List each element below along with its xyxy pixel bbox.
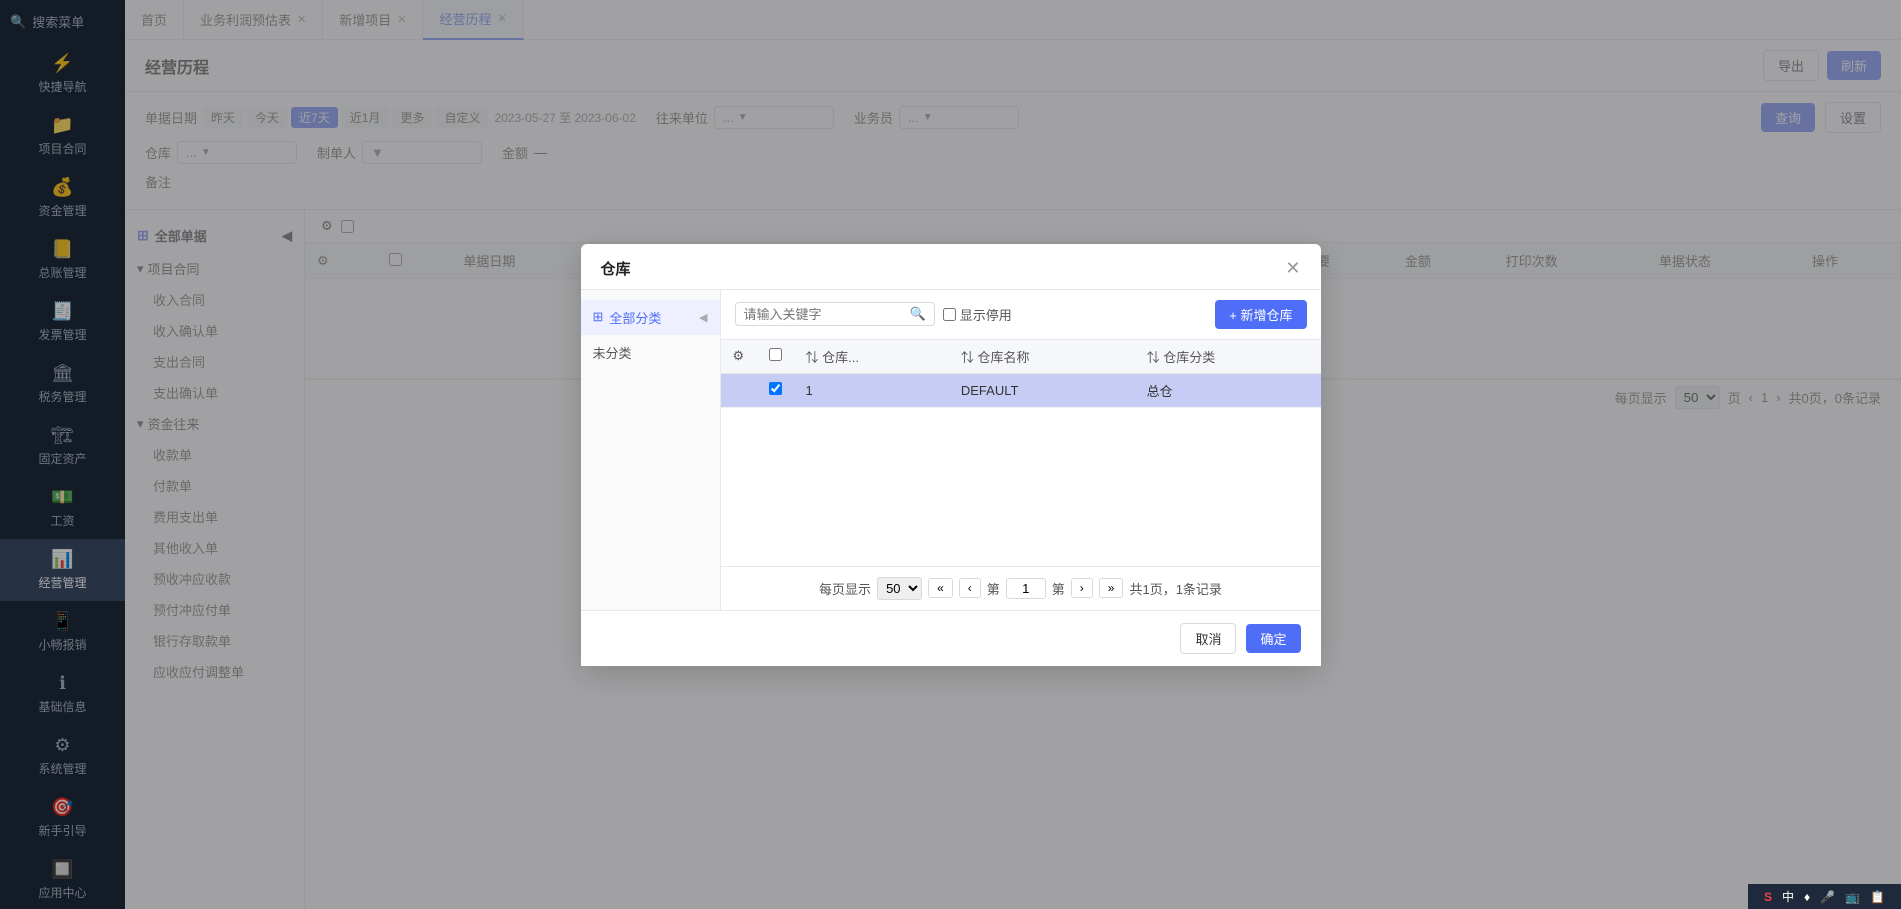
- modal-right: 🔍 显示停用 + 新增仓库 ⚙: [721, 290, 1321, 610]
- grid-icon-2: ⊞: [593, 309, 604, 325]
- status-indicator-2: ♦: [1804, 890, 1810, 904]
- modal-col-checkbox: [757, 340, 794, 374]
- modal-per-page-label: 每页显示: [819, 579, 871, 598]
- modal-body: ⊞ 全部分类 ◀ 未分类 🔍: [581, 290, 1321, 610]
- modal-overlay: 仓库 ✕ ⊞ 全部分类 ◀ 未分类: [0, 0, 1901, 909]
- confirm-button[interactable]: 确定: [1246, 624, 1300, 653]
- modal-table-wrap: ⚙ ⇅ 仓库... ⇅ 仓库名称 ⇅ 仓库分类: [721, 340, 1321, 566]
- show-disabled-text: 显示停用: [960, 305, 1012, 324]
- modal-first-page-btn[interactable]: «: [928, 578, 953, 598]
- modal-per-page-select[interactable]: 50: [877, 577, 922, 600]
- modal-page-label: 第: [987, 579, 1000, 598]
- modal-last-page-btn[interactable]: »: [1099, 578, 1124, 598]
- tree-uncategorized-label: 未分类: [593, 343, 632, 362]
- modal-table-row[interactable]: 1 DEFAULT 总仓: [721, 373, 1321, 407]
- row-number: 1: [794, 373, 949, 407]
- cancel-button[interactable]: 取消: [1180, 623, 1236, 654]
- col-category-sort: ⇅: [1147, 350, 1160, 365]
- modal-col-category[interactable]: ⇅ 仓库分类: [1135, 340, 1321, 374]
- modal-header: 仓库 ✕: [581, 244, 1321, 290]
- modal-page-input[interactable]: [1006, 578, 1046, 599]
- show-disabled-label[interactable]: 显示停用: [943, 305, 1012, 324]
- col-code-sort: ⇅: [806, 350, 819, 365]
- modal-pagination: 每页显示 50 « ‹ 第 第 › » 共1页，1条记录: [721, 566, 1321, 610]
- status-bar: S 中 ♦ 🎤 📺 📋: [1748, 884, 1901, 909]
- tree-collapse-icon[interactable]: ◀: [699, 311, 707, 324]
- modal-col-name[interactable]: ⇅ 仓库名称: [949, 340, 1135, 374]
- modal-footer: 取消 确定: [581, 610, 1321, 666]
- row-name: 总仓: [1135, 373, 1321, 407]
- col-name-sort: ⇅: [961, 350, 974, 365]
- row-code: DEFAULT: [949, 373, 1135, 407]
- modal-tree-uncategorized[interactable]: 未分类: [581, 335, 720, 370]
- modal-next-page-btn[interactable]: ›: [1071, 578, 1093, 598]
- modal-toolbar: 🔍 显示停用 + 新增仓库: [721, 290, 1321, 340]
- modal-prev-page-btn[interactable]: ‹: [959, 578, 981, 598]
- warehouse-modal: 仓库 ✕ ⊞ 全部分类 ◀ 未分类: [581, 244, 1321, 666]
- modal-toolbar-left: 🔍 显示停用: [735, 302, 1012, 326]
- row-select-checkbox[interactable]: [769, 382, 782, 395]
- status-logo: S: [1764, 890, 1772, 904]
- status-display-icon: 📺: [1845, 890, 1860, 904]
- modal-tree: ⊞ 全部分类 ◀ 未分类: [581, 290, 721, 610]
- modal-header-checkbox[interactable]: [769, 348, 782, 361]
- modal-close-button[interactable]: ✕: [1285, 258, 1300, 279]
- status-clipboard-icon: 📋: [1870, 890, 1885, 904]
- row-checkbox[interactable]: [757, 373, 794, 407]
- modal-total: 共1页，1条记录: [1129, 579, 1221, 598]
- status-mic-icon: 🎤: [1820, 890, 1835, 904]
- modal-table: ⚙ ⇅ 仓库... ⇅ 仓库名称 ⇅ 仓库分类: [721, 340, 1321, 408]
- add-warehouse-button[interactable]: + 新增仓库: [1215, 300, 1306, 329]
- row-settings[interactable]: [721, 373, 757, 407]
- show-disabled-checkbox[interactable]: [943, 308, 956, 321]
- modal-search-box[interactable]: 🔍: [735, 302, 935, 326]
- tree-all-label: 全部分类: [609, 308, 661, 327]
- modal-col-settings[interactable]: ⚙: [721, 340, 757, 374]
- modal-table-header-row: ⚙ ⇅ 仓库... ⇅ 仓库名称 ⇅ 仓库分类: [721, 340, 1321, 374]
- status-indicator-1: 中: [1782, 888, 1794, 905]
- modal-table-body: 1 DEFAULT 总仓: [721, 373, 1321, 407]
- search-icon-modal[interactable]: 🔍: [910, 306, 926, 322]
- modal-page-unit: 第: [1052, 579, 1065, 598]
- modal-tree-all-category[interactable]: ⊞ 全部分类 ◀: [581, 300, 720, 335]
- modal-title: 仓库: [601, 258, 631, 279]
- modal-col-code[interactable]: ⇅ 仓库...: [794, 340, 949, 374]
- modal-search-input[interactable]: [744, 307, 904, 322]
